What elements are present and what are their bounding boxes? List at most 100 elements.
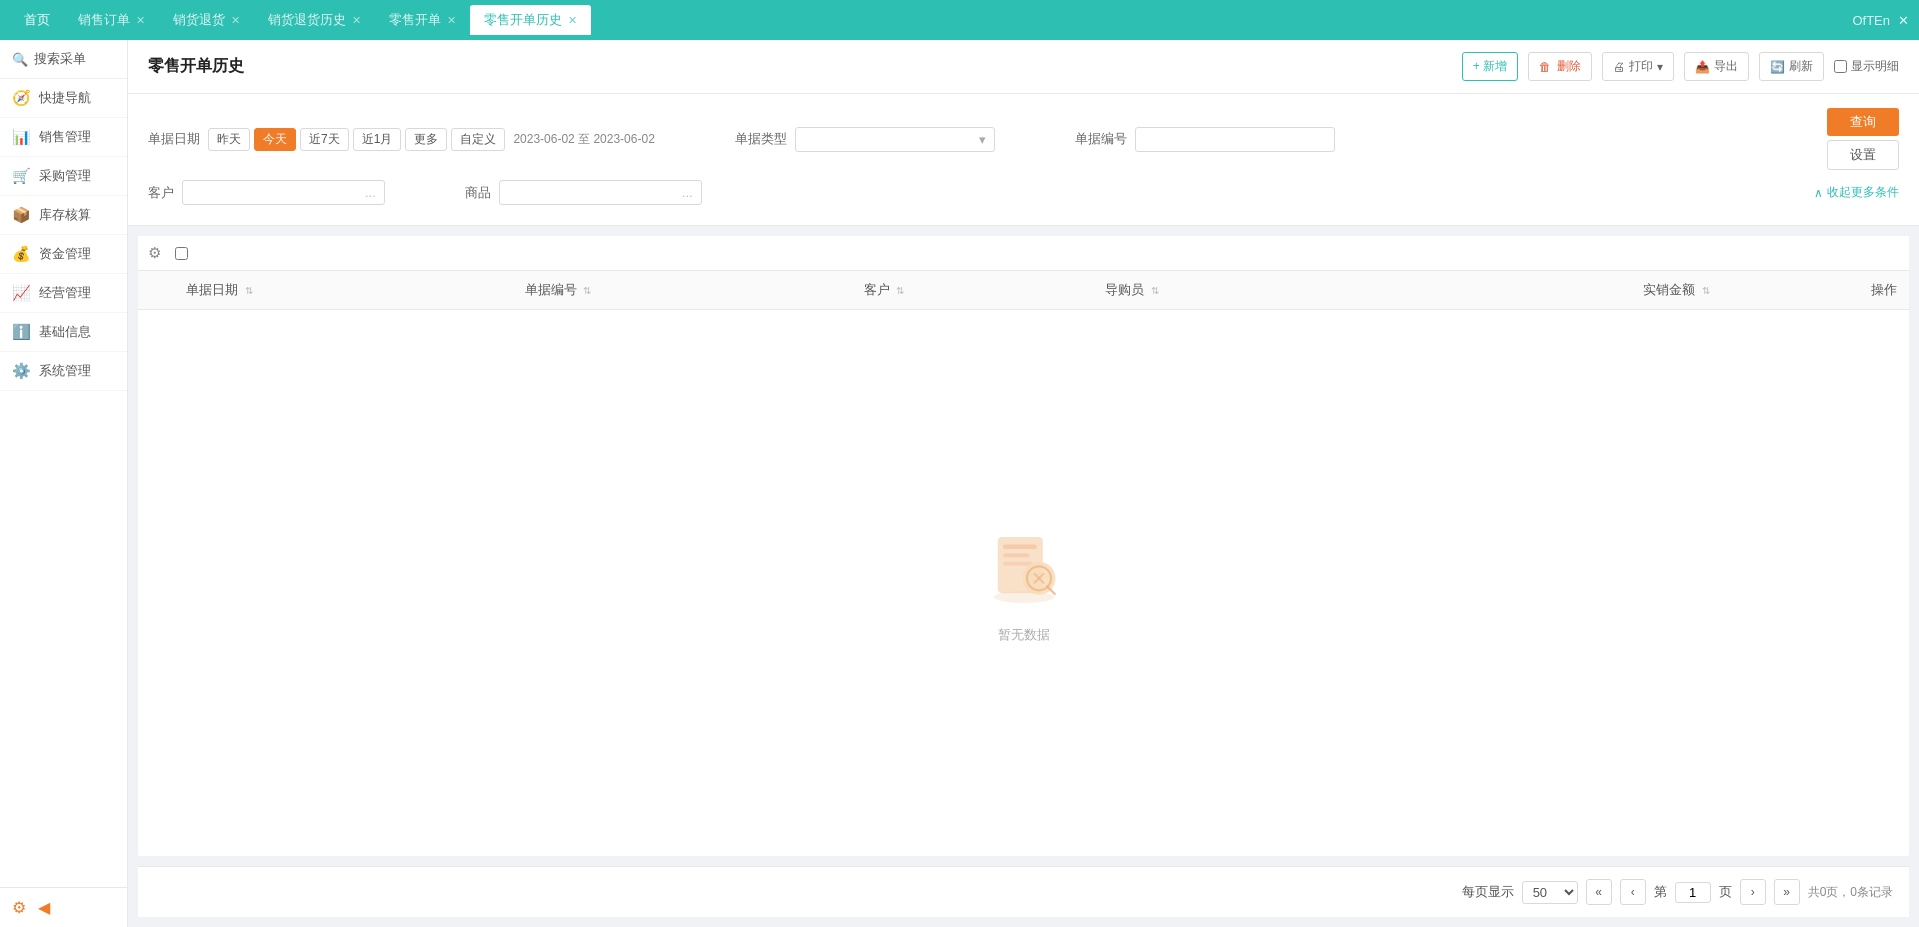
settings-icon[interactable]: ⚙ <box>12 898 26 917</box>
show-detail-checkbox[interactable]: 显示明细 <box>1834 58 1899 75</box>
th-salesperson[interactable]: 导购员 ⇅ <box>1093 271 1383 310</box>
sidebar-item-purchase-mgmt[interactable]: 🛒 采购管理 <box>0 157 127 196</box>
page-prefix-label: 第 <box>1654 883 1667 901</box>
finance-mgmt-icon: 💰 <box>12 245 31 263</box>
th-salesperson-sort-icon: ⇅ <box>1151 285 1159 296</box>
sidebar-item-quick-nav[interactable]: 🧭 快捷导航 <box>0 79 127 118</box>
print-button[interactable]: 🖨 打印 ▾ <box>1602 52 1674 81</box>
settings-filter-button[interactable]: 设置 <box>1827 140 1899 170</box>
current-page-input[interactable] <box>1675 882 1711 903</box>
tab-retail-bill-label: 零售开单 <box>389 11 441 29</box>
th-amount-sort-icon: ⇅ <box>1702 285 1710 296</box>
date-filter-label: 单据日期 <box>148 130 200 148</box>
search-icon: 🔍 <box>12 52 28 67</box>
inventory-icon: 📦 <box>12 206 31 224</box>
docno-input[interactable] <box>1144 132 1326 147</box>
goods-input-container[interactable]: ... <box>499 180 702 205</box>
tab-sales-order[interactable]: 销售订单 ✕ <box>64 5 159 35</box>
filter-date-item: 单据日期 昨天 今天 近7天 近1月 更多 自定义 2023-06-02 至 2… <box>148 128 655 151</box>
close-sales-return-icon[interactable]: ✕ <box>231 14 240 27</box>
close-sales-order-icon[interactable]: ✕ <box>136 14 145 27</box>
tab-home[interactable]: 首页 <box>10 5 64 35</box>
tab-sales-return-history-label: 销货退货历史 <box>268 11 346 29</box>
tabbar-right: OfTEn ✕ <box>1852 13 1909 28</box>
sidebar-bottom: ⚙ ◀ <box>0 887 127 927</box>
tab-home-label: 首页 <box>24 11 50 29</box>
date-btn-yesterday[interactable]: 昨天 <box>208 128 250 151</box>
goods-dots-icon: ... <box>682 185 693 200</box>
tabbar-window-close-icon[interactable]: ✕ <box>1898 13 1909 28</box>
sidebar-item-inventory[interactable]: 📦 库存核算 <box>0 196 127 235</box>
th-checkbox <box>138 271 174 310</box>
date-btn-custom[interactable]: 自定义 <box>451 128 505 151</box>
last-page-btn[interactable]: » <box>1774 879 1800 905</box>
th-date[interactable]: 单据日期 ⇅ <box>174 271 513 310</box>
select-all-checkbox[interactable] <box>175 247 188 260</box>
close-sales-return-history-icon[interactable]: ✕ <box>352 14 361 27</box>
table-area: ⚙ 单据日期 ⇅ 单据编号 ⇅ <box>138 236 1909 856</box>
delete-button[interactable]: 🗑 删除 <box>1528 52 1592 81</box>
close-retail-bill-icon[interactable]: ✕ <box>447 14 456 27</box>
tab-sales-return-history[interactable]: 销货退货历史 ✕ <box>254 5 375 35</box>
data-table: 单据日期 ⇅ 单据编号 ⇅ 客户 ⇅ 导购员 ⇅ <box>138 271 1909 310</box>
sidebar-item-finance-mgmt[interactable]: 💰 资金管理 <box>0 235 127 274</box>
th-amount[interactable]: 实销金额 ⇅ <box>1383 271 1722 310</box>
print-label: 打印 <box>1629 58 1653 75</box>
docno-input-container[interactable] <box>1135 127 1335 152</box>
doctype-dropdown-icon: ▾ <box>979 132 986 147</box>
sidebar-item-sales-mgmt[interactable]: 📊 销售管理 <box>0 118 127 157</box>
th-customer[interactable]: 客户 ⇅ <box>852 271 1094 310</box>
show-detail-input[interactable] <box>1834 60 1847 73</box>
date-btn-more[interactable]: 更多 <box>405 128 447 151</box>
collapse-filter-icon: ∧ <box>1814 186 1823 200</box>
th-docno[interactable]: 单据编号 ⇅ <box>513 271 852 310</box>
sales-mgmt-icon: 📊 <box>12 128 31 146</box>
filter-row-1: 单据日期 昨天 今天 近7天 近1月 更多 自定义 2023-06-02 至 2… <box>148 108 1899 170</box>
date-btn-7days[interactable]: 近7天 <box>300 128 349 151</box>
refresh-label: 刷新 <box>1789 58 1813 75</box>
prev-page-btn[interactable]: ‹ <box>1620 879 1646 905</box>
tab-sales-return-label: 销货退货 <box>173 11 225 29</box>
export-button[interactable]: 📤 导出 <box>1684 52 1749 81</box>
per-page-select[interactable]: 50 10 20 100 <box>1522 881 1578 904</box>
date-btn-1month[interactable]: 近1月 <box>353 128 402 151</box>
tab-sales-order-label: 销售订单 <box>78 11 130 29</box>
tab-retail-bill[interactable]: 零售开单 ✕ <box>375 5 470 35</box>
sidebar-item-sales-mgmt-label: 销售管理 <box>39 128 91 146</box>
top-tabbar: 首页 销售订单 ✕ 销货退货 ✕ 销货退货历史 ✕ 零售开单 ✕ 零售开单历史 … <box>0 0 1919 40</box>
docno-filter-label: 单据编号 <box>1075 130 1127 148</box>
customer-input[interactable] <box>191 185 359 200</box>
close-retail-bill-history-icon[interactable]: ✕ <box>568 14 577 27</box>
sidebar-item-inventory-label: 库存核算 <box>39 206 91 224</box>
th-date-label: 单据日期 <box>186 282 238 297</box>
add-button[interactable]: + 新增 <box>1462 52 1518 81</box>
sidebar-search[interactable]: 🔍 搜索采单 <box>0 40 127 79</box>
tab-sales-return[interactable]: 销货退货 ✕ <box>159 5 254 35</box>
sidebar-item-business-mgmt[interactable]: 📈 经营管理 <box>0 274 127 313</box>
sidebar-item-system-mgmt[interactable]: ⚙️ 系统管理 <box>0 352 127 391</box>
date-buttons-group: 昨天 今天 近7天 近1月 更多 自定义 <box>208 128 505 151</box>
tab-retail-bill-history[interactable]: 零售开单历史 ✕ <box>470 5 591 35</box>
collapse-sidebar-icon[interactable]: ◀ <box>38 898 50 917</box>
table-settings-icon[interactable]: ⚙ <box>148 244 161 262</box>
sidebar-item-basic-info-label: 基础信息 <box>39 323 91 341</box>
first-page-btn[interactable]: « <box>1586 879 1612 905</box>
refresh-button[interactable]: 🔄 刷新 <box>1759 52 1824 81</box>
tabbar-brand-text: OfTEn <box>1852 13 1890 28</box>
doctype-select[interactable]: ▾ <box>795 127 995 152</box>
customer-dots-icon: ... <box>365 185 376 200</box>
goods-input[interactable] <box>508 185 676 200</box>
th-actions: 操作 <box>1722 271 1909 310</box>
filter-goods-item: 商品 ... <box>465 180 702 205</box>
th-date-sort-icon: ⇅ <box>245 285 253 296</box>
query-button[interactable]: 查询 <box>1827 108 1899 136</box>
doctype-filter-label: 单据类型 <box>735 130 787 148</box>
sidebar-item-quick-nav-label: 快捷导航 <box>39 89 91 107</box>
next-page-btn[interactable]: › <box>1740 879 1766 905</box>
sidebar-item-basic-info[interactable]: ℹ️ 基础信息 <box>0 313 127 352</box>
th-actions-label: 操作 <box>1871 282 1897 297</box>
page-header: 零售开单历史 + 新增 🗑 删除 🖨 打印 ▾ 📤 导出 🔄 <box>128 40 1919 94</box>
date-btn-today[interactable]: 今天 <box>254 128 296 151</box>
customer-input-container[interactable]: ... <box>182 180 385 205</box>
collapse-filter-btn[interactable]: ∧ 收起更多条件 <box>1814 184 1899 201</box>
